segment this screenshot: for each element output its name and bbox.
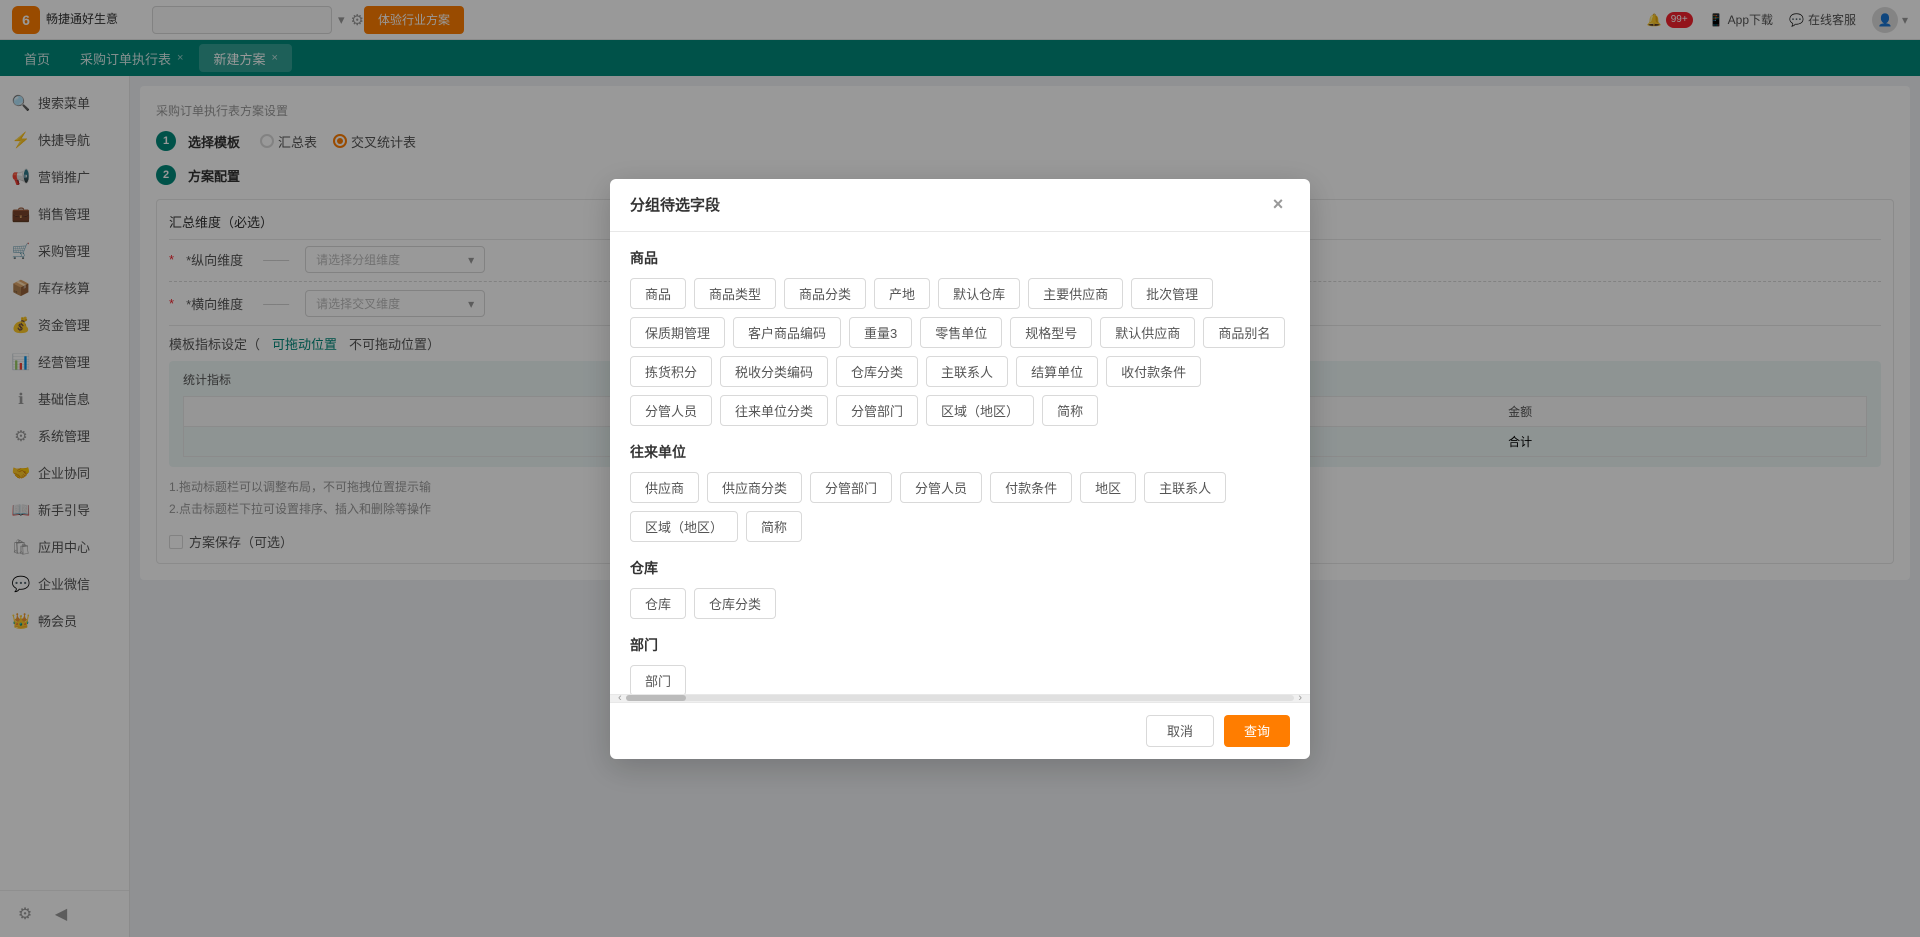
field-tag-0-20[interactable]: 分管人员 [630,395,712,426]
field-tags-3: 部门 [630,665,1290,694]
field-tag-2-0[interactable]: 仓库 [630,588,686,619]
field-tag-2-1[interactable]: 仓库分类 [694,588,776,619]
modal-overlay[interactable]: 分组待选字段 × 商品商品商品类型商品分类产地默认仓库主要供应商批次管理保质期管… [0,0,1920,937]
field-tag-3-0[interactable]: 部门 [630,665,686,694]
field-tag-0-23[interactable]: 区域（地区） [926,395,1034,426]
field-group-title-0: 商品 [630,248,1290,268]
modal-horizontal-scrollbar[interactable]: ‹ › [610,694,1310,702]
field-group-3: 部门部门 [630,635,1290,694]
field-tags-2: 仓库仓库分类 [630,588,1290,619]
field-tag-1-8[interactable]: 简称 [746,511,802,542]
field-group-title-3: 部门 [630,635,1290,655]
modal-close-button[interactable]: × [1266,193,1290,217]
field-tag-0-13[interactable]: 商品别名 [1203,317,1285,348]
field-group-0: 商品商品商品类型商品分类产地默认仓库主要供应商批次管理保质期管理客户商品编码重量… [630,248,1290,426]
modal-footer: 取消 查询 [610,702,1310,759]
field-tag-0-15[interactable]: 税收分类编码 [720,356,828,387]
field-tag-0-9[interactable]: 重量3 [849,317,912,348]
field-group-2: 仓库仓库仓库分类 [630,558,1290,619]
field-tag-1-3[interactable]: 分管人员 [900,472,982,503]
confirm-button[interactable]: 查询 [1224,715,1290,747]
field-tag-1-0[interactable]: 供应商 [630,472,699,503]
field-tag-0-12[interactable]: 默认供应商 [1100,317,1195,348]
scroll-track [626,695,1295,701]
cancel-button[interactable]: 取消 [1146,715,1214,747]
field-group-1: 往来单位供应商供应商分类分管部门分管人员付款条件地区主联系人区域（地区） 简称 [630,442,1290,542]
field-group-title-2: 仓库 [630,558,1290,578]
field-tag-0-1[interactable]: 商品类型 [694,278,776,309]
field-tag-0-6[interactable]: 批次管理 [1131,278,1213,309]
field-tag-0-4[interactable]: 默认仓库 [938,278,1020,309]
field-tag-0-16[interactable]: 仓库分类 [836,356,918,387]
modal-header: 分组待选字段 × [610,179,1310,232]
field-tag-0-3[interactable]: 产地 [874,278,930,309]
field-tag-0-18[interactable]: 结算单位 [1016,356,1098,387]
field-tag-1-6[interactable]: 主联系人 [1144,472,1226,503]
field-tag-0-8[interactable]: 客户商品编码 [733,317,841,348]
field-tags-1: 供应商供应商分类分管部门分管人员付款条件地区主联系人区域（地区） 简称 [630,472,1290,542]
modal-body: 商品商品商品类型商品分类产地默认仓库主要供应商批次管理保质期管理客户商品编码重量… [610,232,1310,694]
field-tag-1-7[interactable]: 区域（地区） [630,511,738,542]
field-tag-1-4[interactable]: 付款条件 [990,472,1072,503]
field-tag-0-10[interactable]: 零售单位 [920,317,1002,348]
field-tag-1-5[interactable]: 地区 [1080,472,1136,503]
field-tag-0-0[interactable]: 商品 [630,278,686,309]
scroll-thumb [626,695,686,701]
field-tag-0-5[interactable]: 主要供应商 [1028,278,1123,309]
field-tag-0-2[interactable]: 商品分类 [784,278,866,309]
field-tag-1-1[interactable]: 供应商分类 [707,472,802,503]
field-tag-0-22[interactable]: 分管部门 [836,395,918,426]
field-tag-0-14[interactable]: 拣货积分 [630,356,712,387]
field-tag-0-21[interactable]: 往来单位分类 [720,395,828,426]
field-tag-0-24[interactable]: 简称 [1042,395,1098,426]
field-tag-0-19[interactable]: 收付款条件 [1106,356,1201,387]
modal-dialog: 分组待选字段 × 商品商品商品类型商品分类产地默认仓库主要供应商批次管理保质期管… [610,179,1310,759]
field-tag-1-2[interactable]: 分管部门 [810,472,892,503]
field-tag-0-7[interactable]: 保质期管理 [630,317,725,348]
field-tag-0-17[interactable]: 主联系人 [926,356,1008,387]
field-tags-0: 商品商品类型商品分类产地默认仓库主要供应商批次管理保质期管理客户商品编码重量3 零… [630,278,1290,426]
field-group-title-1: 往来单位 [630,442,1290,462]
field-tag-0-11[interactable]: 规格型号 [1010,317,1092,348]
modal-title: 分组待选字段 [630,194,720,215]
